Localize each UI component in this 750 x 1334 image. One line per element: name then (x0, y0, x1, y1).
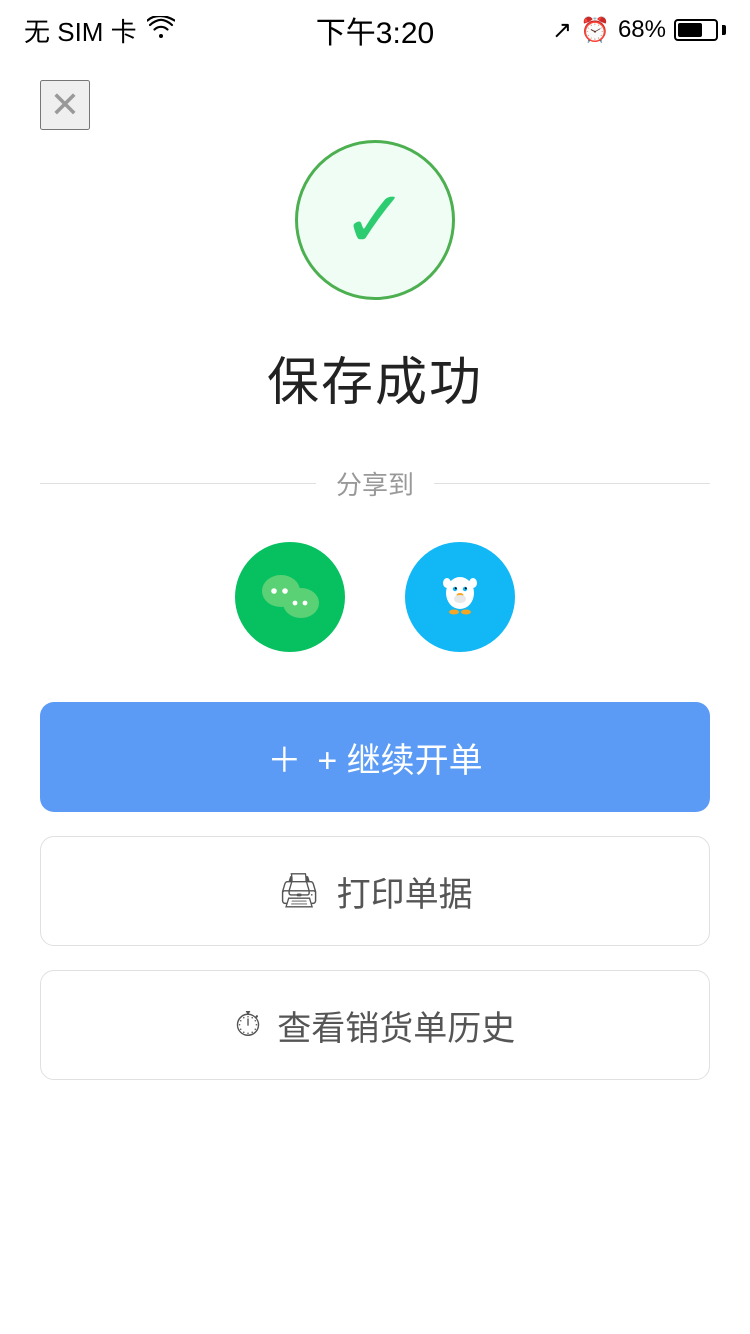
status-bar: 无 SIM 卡 下午3:20 ↗ ⏰ 68% (0, 0, 750, 60)
success-circle: ✓ (295, 140, 455, 300)
divider-right (434, 483, 710, 484)
location-icon: ↗ (552, 16, 572, 45)
share-label: 分享到 (336, 465, 414, 502)
close-button[interactable]: ✕ (40, 80, 90, 130)
action-buttons: ＋ + 继续开单 🖨 打印单据 ⏱ 查看销货单历史 (40, 702, 710, 1080)
success-title: 保存成功 (267, 340, 483, 415)
status-time: 下午3:20 (316, 8, 434, 52)
print-button[interactable]: 🖨 打印单据 (40, 836, 710, 946)
battery-icon (674, 19, 726, 41)
checkmark-icon: ✓ (341, 180, 408, 260)
print-icon: 🖨 (277, 871, 320, 911)
wifi-icon (147, 16, 175, 45)
main-content: ✕ ✓ 保存成功 分享到 (0, 60, 750, 1120)
share-section: 分享到 (40, 465, 710, 652)
no-sim-text: 无 SIM 卡 (24, 12, 137, 49)
divider-left (40, 483, 316, 484)
qq-share-button[interactable] (405, 542, 515, 652)
wechat-share-button[interactable] (235, 542, 345, 652)
wechat-icon (259, 566, 321, 628)
share-divider: 分享到 (40, 465, 710, 502)
history-button[interactable]: ⏱ 查看销货单历史 (40, 970, 710, 1080)
plus-icon: ＋ (267, 733, 301, 782)
history-label: 查看销货单历史 (277, 1001, 515, 1050)
continue-label: + 继续开单 (317, 733, 482, 782)
qq-icon (432, 569, 488, 625)
alarm-icon: ⏰ (580, 16, 610, 45)
print-label: 打印单据 (337, 867, 473, 916)
status-right: ↗ ⏰ 68% (552, 16, 726, 45)
history-icon: ⏱ (235, 1006, 262, 1045)
battery-percent: 68% (618, 16, 666, 44)
close-icon: ✕ (50, 84, 80, 126)
status-left: 无 SIM 卡 (24, 12, 175, 49)
continue-button[interactable]: ＋ + 继续开单 (40, 702, 710, 812)
share-icons-container (40, 542, 710, 652)
